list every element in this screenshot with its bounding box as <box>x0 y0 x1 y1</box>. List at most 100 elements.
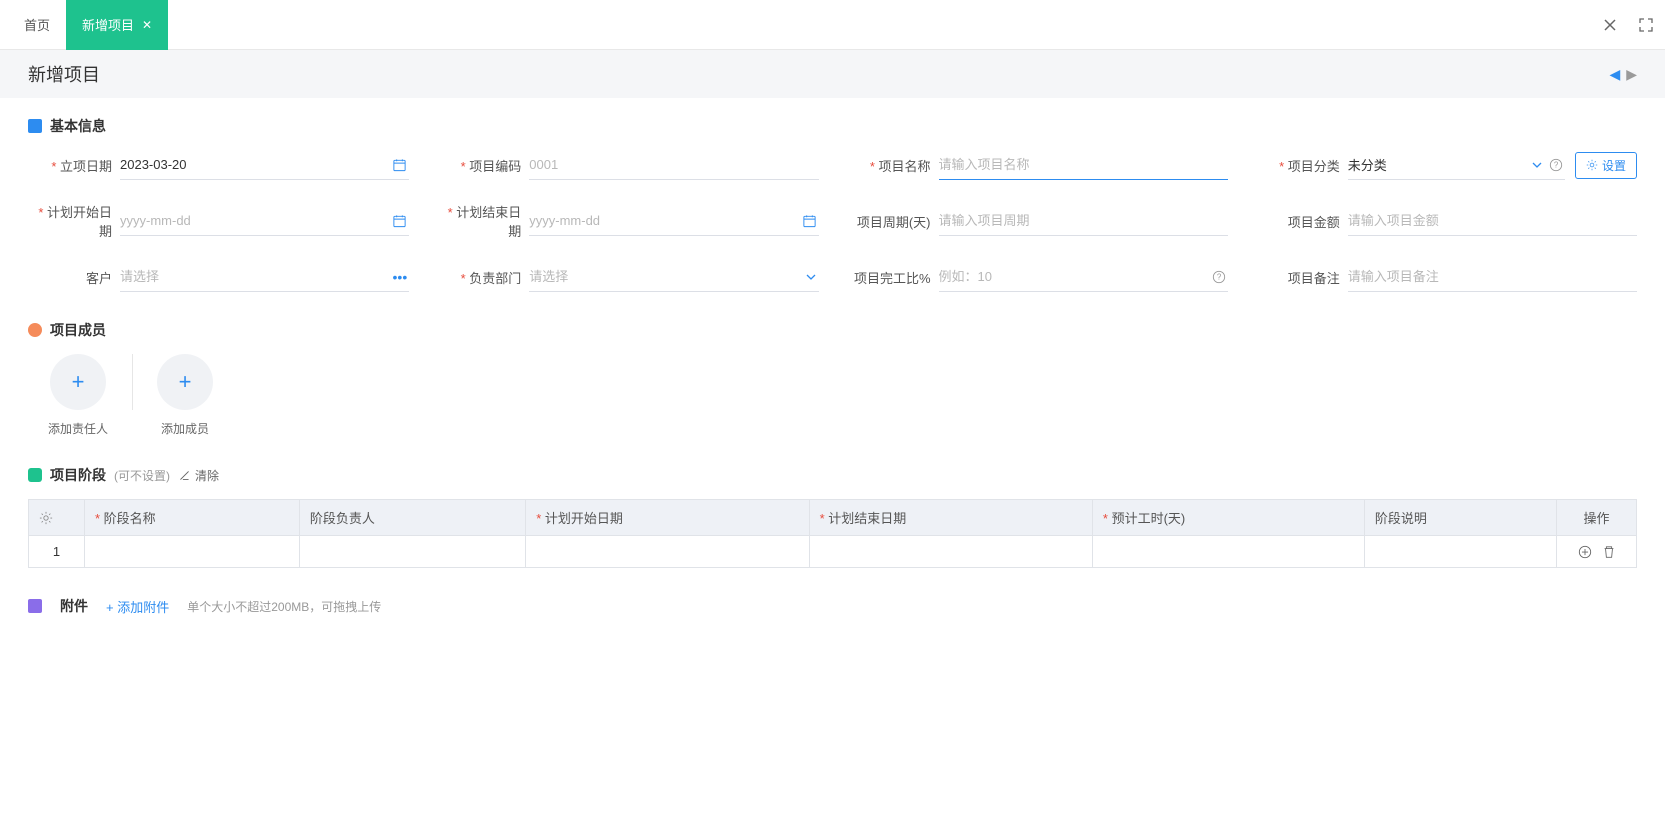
field-dept: 负责部门 <box>437 262 818 292</box>
cell-plan-end[interactable] <box>809 536 1092 568</box>
svg-text:?: ? <box>1554 160 1559 169</box>
section-attach-title: 附件 <box>60 596 88 616</box>
calendar-icon[interactable] <box>802 213 817 228</box>
input-wrap-plan-end[interactable] <box>529 206 818 236</box>
field-plan-end: 计划结束日期 <box>437 202 818 240</box>
input-plan-start[interactable] <box>120 213 409 228</box>
input-wrap-plan-start[interactable] <box>120 206 409 236</box>
settings-button[interactable]: 设置 <box>1575 152 1637 179</box>
input-period[interactable] <box>939 213 1228 228</box>
page-title-bar: 新增项目 ◀ ▶ <box>0 50 1665 98</box>
add-row-button[interactable] <box>1578 545 1592 559</box>
field-name: 项目名称 <box>847 150 1228 180</box>
cell-idx: 1 <box>29 536 85 568</box>
page-title: 新增项目 <box>28 61 100 87</box>
page-content: 基本信息 立项日期 项目编码 项目名称 <box>0 98 1665 662</box>
help-icon[interactable]: ? <box>1212 270 1226 284</box>
chevron-down-icon[interactable] <box>1531 159 1543 171</box>
col-plan-start: 计划开始日期 <box>526 500 809 536</box>
help-icon[interactable]: ? <box>1549 158 1563 172</box>
nav-prev-icon[interactable]: ◀ <box>1609 66 1620 83</box>
cell-stage-owner[interactable] <box>299 536 525 568</box>
field-category: 项目分类 ? 设置 <box>1256 150 1637 180</box>
field-amount: 项目金额 <box>1256 202 1637 240</box>
input-customer[interactable] <box>120 269 409 284</box>
input-wrap-init-date[interactable] <box>120 150 409 180</box>
close-icon[interactable]: ✕ <box>142 18 152 32</box>
add-member-col: + 添加成员 <box>157 354 213 437</box>
label-dept: 负责部门 <box>437 268 529 287</box>
cell-plan-start[interactable] <box>526 536 809 568</box>
input-wrap-category[interactable]: ? <box>1348 150 1565 180</box>
info-icon <box>28 119 42 133</box>
label-period: 项目周期(天) <box>847 212 939 231</box>
plus-circle-icon <box>1578 545 1592 559</box>
add-member-button[interactable]: + <box>157 354 213 410</box>
col-op: 操作 <box>1557 500 1637 536</box>
input-name[interactable] <box>939 157 1228 172</box>
calendar-icon[interactable] <box>392 157 407 172</box>
cell-stage-name[interactable] <box>85 536 300 568</box>
fullscreen-button[interactable] <box>1633 12 1659 38</box>
clear-label: 清除 <box>195 467 219 484</box>
gear-icon[interactable] <box>39 511 53 525</box>
nav-next-icon[interactable]: ▶ <box>1626 66 1637 83</box>
input-complete[interactable] <box>939 269 1228 284</box>
label-code: 项目编码 <box>437 156 529 175</box>
input-wrap-code[interactable] <box>529 150 818 180</box>
input-wrap-remark[interactable] <box>1348 262 1637 292</box>
field-customer: 客户 ••• <box>28 262 409 292</box>
field-period: 项目周期(天) <box>847 202 1228 240</box>
input-wrap-amount[interactable] <box>1348 206 1637 236</box>
clear-stages-button[interactable]: 清除 <box>178 467 219 484</box>
section-members: 项目成员 + 添加责任人 + 添加成员 <box>28 320 1637 437</box>
calendar-icon[interactable] <box>392 213 407 228</box>
label-customer: 客户 <box>28 268 120 287</box>
tab-home[interactable]: 首页 <box>8 0 66 50</box>
label-init-date: 立项日期 <box>28 156 120 175</box>
cell-est-hours[interactable] <box>1092 536 1364 568</box>
ellipsis-icon[interactable]: ••• <box>393 269 408 285</box>
input-remark[interactable] <box>1348 269 1637 284</box>
section-stages: 项目阶段 (可不设置) 清除 阶段名称 阶段负责人 计划开始日期 计划结束日期 … <box>28 465 1637 568</box>
input-wrap-customer[interactable]: ••• <box>120 262 409 292</box>
attach-hint: 单个大小不超过200MB，可拖拽上传 <box>187 598 381 615</box>
stage-icon <box>28 468 42 482</box>
label-complete: 项目完工比% <box>847 268 939 287</box>
col-stage-owner: 阶段负责人 <box>299 500 525 536</box>
delete-row-button[interactable] <box>1602 545 1616 559</box>
col-plan-end: 计划结束日期 <box>809 500 1092 536</box>
input-plan-end[interactable] <box>529 213 818 228</box>
tab-home-label: 首页 <box>24 15 50 34</box>
section-attach: 附件 + 添加附件 单个大小不超过200MB，可拖拽上传 <box>28 596 1637 616</box>
input-amount[interactable] <box>1348 213 1637 228</box>
label-plan-end: 计划结束日期 <box>437 202 529 240</box>
input-wrap-name[interactable] <box>939 150 1228 180</box>
chevron-down-icon[interactable] <box>805 271 817 283</box>
input-wrap-period[interactable] <box>939 206 1228 236</box>
svg-text:?: ? <box>1217 272 1222 281</box>
close-window-button[interactable] <box>1597 12 1623 38</box>
tabs-right-actions <box>1597 0 1659 50</box>
add-owner-button[interactable]: + <box>50 354 106 410</box>
input-wrap-complete[interactable]: ? <box>939 262 1228 292</box>
input-dept[interactable] <box>529 269 818 284</box>
section-stages-hint: (可不设置) <box>114 467 170 484</box>
add-owner-col: + 添加责任人 <box>48 354 108 437</box>
input-wrap-dept[interactable] <box>529 262 818 292</box>
trash-icon <box>1602 545 1616 559</box>
member-divider <box>132 354 133 410</box>
add-attachment-button[interactable]: + 添加附件 <box>106 597 169 616</box>
tab-new-project[interactable]: 新增项目 ✕ <box>66 0 168 50</box>
input-code[interactable] <box>529 157 818 172</box>
label-plan-start: 计划开始日期 <box>28 202 120 240</box>
field-complete: 项目完工比% ? <box>847 262 1228 292</box>
section-members-header: 项目成员 <box>28 320 1637 340</box>
add-owner-label: 添加责任人 <box>48 420 108 437</box>
cell-stage-desc[interactable] <box>1364 536 1556 568</box>
col-stage-name: 阶段名称 <box>85 500 300 536</box>
table-row: 1 <box>29 536 1637 568</box>
fullscreen-icon <box>1638 17 1654 33</box>
input-init-date[interactable] <box>120 157 409 172</box>
members-area: + 添加责任人 + 添加成员 <box>28 354 1637 437</box>
